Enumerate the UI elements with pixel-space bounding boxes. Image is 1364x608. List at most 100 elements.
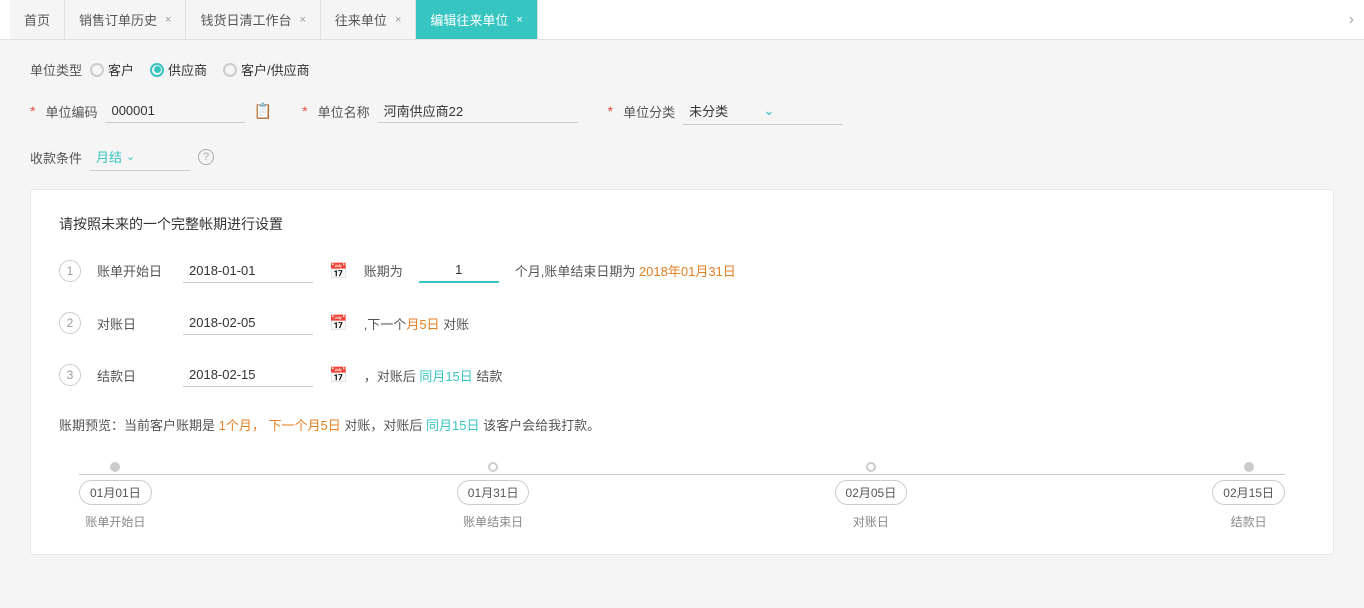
step-3-row: 3 结款日 📅 ，对账后 同月15日 结款 bbox=[59, 363, 1305, 387]
payment-terms-value: 月结 bbox=[96, 147, 122, 166]
tab-partner-units-close[interactable]: × bbox=[395, 14, 401, 26]
timeline-point-1: 01月31日 账单结束日 bbox=[457, 462, 530, 530]
timeline-label-1: 账单结束日 bbox=[463, 513, 523, 530]
unit-type-label: 单位类型 bbox=[30, 60, 82, 79]
timeline-label-3: 结款日 bbox=[1231, 513, 1267, 530]
preview-part4: 同月15日 bbox=[426, 418, 479, 433]
step-3-label: 结款日 bbox=[97, 366, 167, 385]
step-1-number: 1 bbox=[59, 260, 81, 282]
help-icon[interactable]: ? bbox=[198, 149, 214, 165]
radio-customer-label: 客户 bbox=[108, 60, 134, 79]
radio-supplier-circle bbox=[150, 63, 164, 77]
unit-category-field: * 单位分类 未分类 ⌄ bbox=[608, 97, 843, 125]
step-1-desc-prefix: 账期为 bbox=[364, 264, 403, 279]
timeline-point-2: 02月05日 对账日 bbox=[835, 462, 908, 530]
step-1-suffix-text: 个月,账单结束日期为 bbox=[515, 264, 639, 279]
step-2-label: 对账日 bbox=[97, 314, 167, 333]
tabs-bar: 首页 销售订单历史 × 钱货日清工作台 × 往来单位 × 编辑往来单位 × › bbox=[0, 0, 1364, 40]
step-2-date-input[interactable] bbox=[183, 311, 313, 335]
unit-code-input[interactable] bbox=[105, 99, 245, 123]
tab-edit-partner[interactable]: 编辑往来单位 × bbox=[416, 0, 537, 39]
payment-terms-field: 收款条件 月结 ⌄ ? bbox=[30, 143, 214, 171]
radio-both-label: 客户/供应商 bbox=[241, 60, 310, 79]
step-2-row: 2 对账日 📅 ,下一个月5日 对账 bbox=[59, 311, 1305, 335]
unit-name-required: * bbox=[302, 103, 307, 119]
timeline-label-0: 账单开始日 bbox=[85, 513, 145, 530]
tab-sales-history-label: 销售订单历史 bbox=[79, 10, 157, 29]
radio-group: 客户 供应商 客户/供应商 bbox=[90, 60, 310, 79]
copy-icon[interactable]: 📋 bbox=[253, 102, 272, 120]
preview-part2: 下一个月5日 bbox=[269, 418, 341, 433]
timeline-dot-1 bbox=[488, 462, 498, 472]
step-3-desc: ，对账后 同月15日 结款 bbox=[364, 366, 503, 385]
tab-partner-units-label: 往来单位 bbox=[335, 10, 387, 29]
timeline-badge-3: 02月15日 bbox=[1212, 480, 1285, 505]
timeline-badge-1: 01月31日 bbox=[457, 480, 530, 505]
step-1-date-input[interactable] bbox=[183, 259, 313, 283]
timeline-dot-0 bbox=[110, 462, 120, 472]
unit-category-label: 单位分类 bbox=[623, 102, 675, 121]
radio-supplier[interactable]: 供应商 bbox=[150, 60, 207, 79]
preview-label: 账期预览：当前客户账期是 bbox=[59, 418, 215, 433]
timeline-dot-3 bbox=[1244, 462, 1254, 472]
tab-sales-history-close[interactable]: × bbox=[165, 14, 171, 26]
timeline-dot-2 bbox=[866, 462, 876, 472]
main-content: 单位类型 客户 供应商 客户/供应商 * 单位编码 bbox=[0, 40, 1364, 608]
unit-type-row: 单位类型 客户 供应商 客户/供应商 bbox=[30, 60, 1334, 79]
step-3-date-input[interactable] bbox=[183, 363, 313, 387]
timeline: 01月01日 账单开始日 01月31日 账单结束日 02月05日 对账日 bbox=[59, 462, 1305, 530]
unit-name-input[interactable] bbox=[378, 99, 578, 123]
unit-code-required: * bbox=[30, 103, 35, 119]
tab-home[interactable]: 首页 bbox=[10, 0, 65, 39]
step-2-calendar[interactable]: 📅 bbox=[329, 314, 348, 332]
tab-cash-work[interactable]: 钱货日清工作台 × bbox=[186, 0, 320, 39]
radio-both[interactable]: 客户/供应商 bbox=[223, 60, 310, 79]
timeline-badge-0: 01月01日 bbox=[79, 480, 152, 505]
step-3-calendar[interactable]: 📅 bbox=[329, 366, 348, 384]
tab-sales-history[interactable]: 销售订单历史 × bbox=[65, 0, 186, 39]
tab-home-label: 首页 bbox=[24, 10, 50, 29]
step-1-period-input[interactable] bbox=[419, 258, 499, 283]
category-dropdown-arrow: ⌄ bbox=[763, 102, 837, 119]
step-2-desc: ,下一个月5日 对账 bbox=[364, 314, 469, 333]
tab-cash-work-close[interactable]: × bbox=[299, 14, 305, 26]
tab-partner-units[interactable]: 往来单位 × bbox=[321, 0, 416, 39]
payment-terms-arrow: ⌄ bbox=[126, 150, 135, 163]
preview-part1: 1个月， bbox=[219, 418, 265, 433]
unit-code-field: * 单位编码 📋 bbox=[30, 99, 272, 123]
step-1-highlight: 2018年01月31日 bbox=[639, 264, 736, 279]
radio-both-circle bbox=[223, 63, 237, 77]
unit-category-value: 未分类 bbox=[689, 101, 763, 120]
preview-text: 账期预览：当前客户账期是 1个月， 下一个月5日 对账，对账后 同月15日 该客… bbox=[59, 415, 1305, 434]
payment-terms-dropdown[interactable]: 月结 ⌄ bbox=[90, 143, 190, 171]
step-1-label: 账单开始日 bbox=[97, 261, 167, 280]
unit-category-required: * bbox=[608, 103, 613, 119]
unit-code-label: 单位编码 bbox=[45, 102, 97, 121]
step-1-calendar[interactable]: 📅 bbox=[329, 262, 348, 280]
tabs-arrow[interactable]: › bbox=[1339, 11, 1364, 29]
radio-customer-circle bbox=[90, 63, 104, 77]
radio-customer[interactable]: 客户 bbox=[90, 60, 134, 79]
radio-supplier-label: 供应商 bbox=[168, 60, 207, 79]
tab-edit-partner-close[interactable]: × bbox=[516, 14, 522, 26]
step-2-number: 2 bbox=[59, 312, 81, 334]
tab-cash-work-label: 钱货日清工作台 bbox=[200, 10, 291, 29]
preview-part3: 对账，对账后 bbox=[344, 418, 422, 433]
timeline-point-0: 01月01日 账单开始日 bbox=[79, 462, 152, 530]
unit-type-field: 单位类型 客户 供应商 客户/供应商 bbox=[30, 60, 310, 79]
step-2-highlight: 月5日 bbox=[406, 317, 439, 332]
unit-category-dropdown[interactable]: 未分类 ⌄ bbox=[683, 97, 843, 125]
step-3-number: 3 bbox=[59, 364, 81, 386]
step-3-highlight: 同月15日 bbox=[419, 369, 472, 384]
step-1-row: 1 账单开始日 📅 账期为 个月,账单结束日期为 2018年01月31日 bbox=[59, 258, 1305, 283]
payment-terms-row: 收款条件 月结 ⌄ ? bbox=[30, 143, 1334, 171]
timeline-label-2: 对账日 bbox=[853, 513, 889, 530]
preview-part5: 该客户会给我打款。 bbox=[483, 418, 600, 433]
tab-edit-partner-label: 编辑往来单位 bbox=[430, 10, 508, 29]
timeline-points: 01月01日 账单开始日 01月31日 账单结束日 02月05日 对账日 bbox=[79, 462, 1285, 530]
unit-name-label: 单位名称 bbox=[318, 102, 370, 121]
settings-panel: 请按照未来的一个完整帐期进行设置 1 账单开始日 📅 账期为 个月,账单结束日期… bbox=[30, 189, 1334, 555]
timeline-badge-2: 02月05日 bbox=[835, 480, 908, 505]
step-1-desc: 账期为 bbox=[364, 261, 403, 280]
unit-name-field: * 单位名称 bbox=[302, 99, 577, 123]
